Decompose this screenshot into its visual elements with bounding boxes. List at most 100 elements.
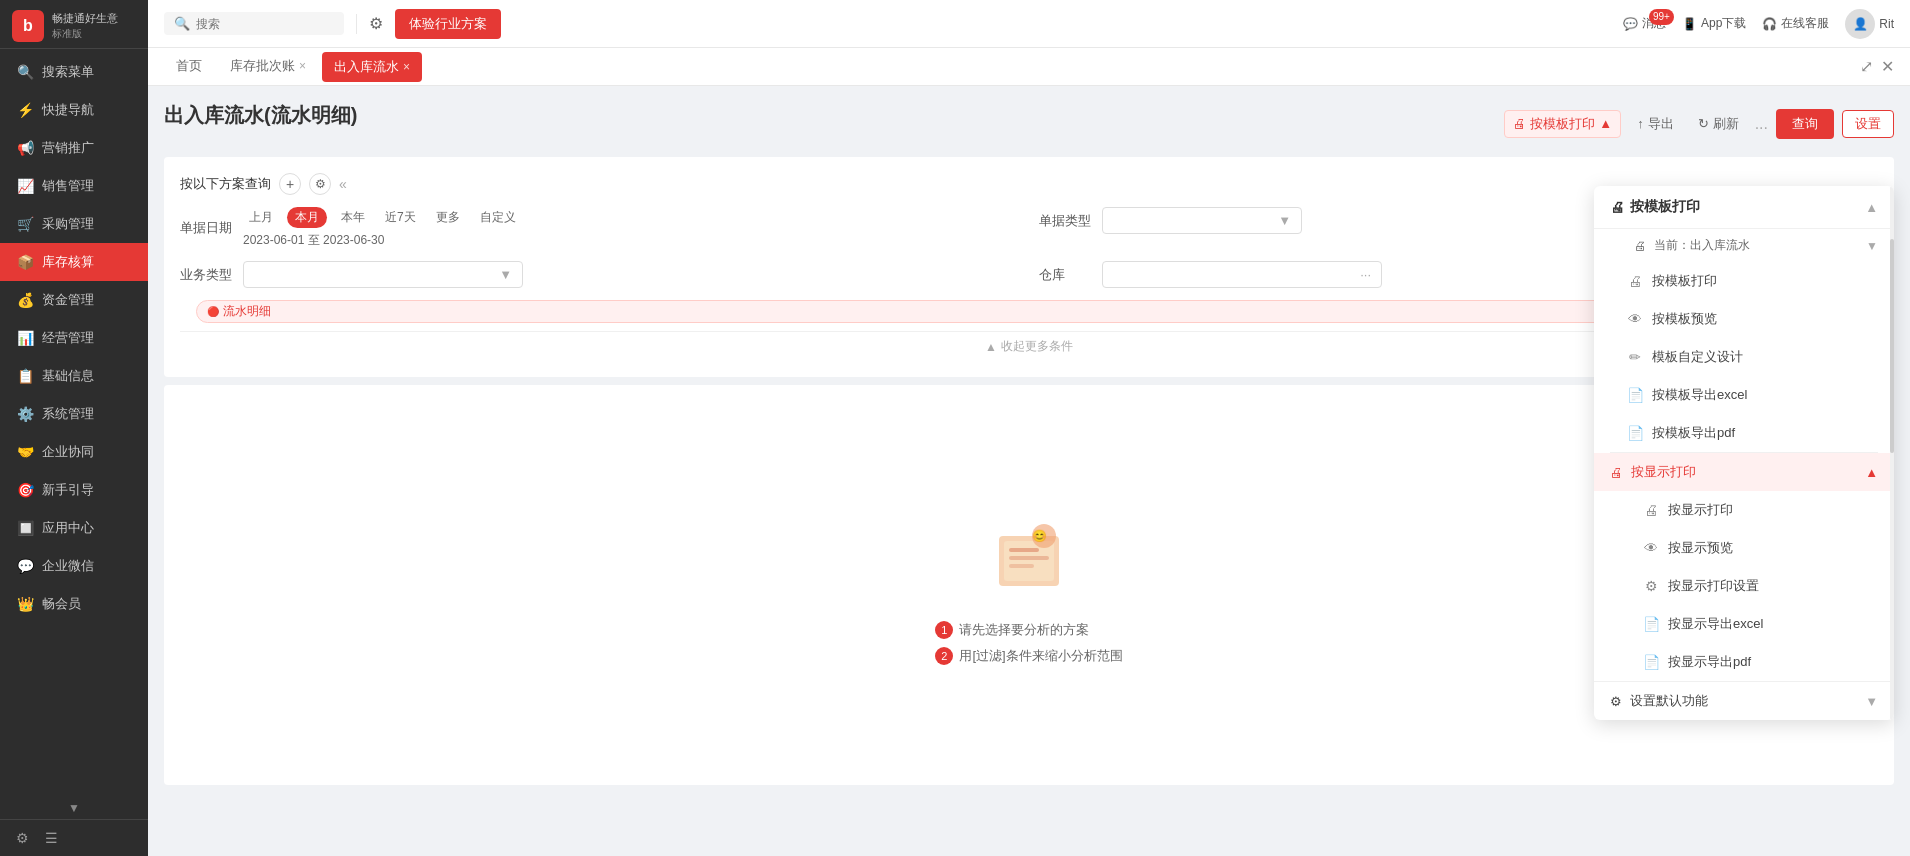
- crown-icon: 👑: [16, 596, 34, 612]
- tab-home[interactable]: 首页: [164, 51, 214, 83]
- sidebar-item-purchase[interactable]: 🛒 采购管理: [0, 205, 148, 243]
- svg-rect-2: [1009, 548, 1039, 552]
- sidebar-item-finance[interactable]: 💰 资金管理: [0, 281, 148, 319]
- filter-add-btn[interactable]: +: [279, 173, 301, 195]
- dropdown-item-display-excel[interactable]: 📄 按显示导出excel: [1594, 605, 1894, 643]
- sidebar-item-vip[interactable]: 👑 畅会员: [0, 585, 148, 623]
- sidebar-item-label: 基础信息: [42, 367, 94, 385]
- topbar-gear-icon[interactable]: ⚙: [369, 14, 383, 33]
- date-option-more[interactable]: 更多: [430, 207, 466, 228]
- dropdown-item-display-print[interactable]: 🖨 按显示打印: [1594, 491, 1894, 529]
- date-option-7days[interactable]: 近7天: [379, 207, 422, 228]
- megaphone-icon: 📢: [16, 140, 34, 156]
- sidebar-item-search[interactable]: 🔍 搜索菜单: [0, 53, 148, 91]
- settings-bottom-icon[interactable]: ⚙: [16, 830, 29, 846]
- sidebar-item-label: 库存核算: [42, 253, 94, 271]
- user-profile-btn[interactable]: 👤 Rit: [1845, 9, 1894, 39]
- date-option-thismonth[interactable]: 本月: [287, 207, 327, 228]
- date-label: 单据日期: [180, 219, 235, 237]
- tab-flow-close[interactable]: ×: [403, 60, 410, 74]
- doctype-arrow: ▼: [1278, 213, 1291, 228]
- businesstype-select[interactable]: ▼: [243, 261, 523, 288]
- dropdown-scrollbar-thumb: [1890, 239, 1894, 453]
- tab-flow[interactable]: 出入库流水 ×: [322, 52, 422, 82]
- sidebar-item-wechat[interactable]: 💬 企业微信: [0, 547, 148, 585]
- online-service-btn[interactable]: 🎧 在线客服: [1762, 15, 1829, 32]
- date-option-thisyear[interactable]: 本年: [335, 207, 371, 228]
- chevron-down-icon: ▼: [68, 801, 80, 815]
- date-option-custom[interactable]: 自定义: [474, 207, 522, 228]
- date-option-lastmonth[interactable]: 上月: [243, 207, 279, 228]
- refresh-btn[interactable]: ↻ 刷新: [1690, 111, 1747, 137]
- more-icon[interactable]: ...: [1755, 115, 1768, 133]
- tab-batch[interactable]: 库存批次账 ×: [218, 51, 318, 83]
- warehouse-select[interactable]: ···: [1102, 261, 1382, 288]
- svg-rect-3: [1009, 556, 1049, 560]
- topbar: 🔍 ⚙ 体验行业方案 💬 消息 99+ 📱 App下载 🎧 在线客服: [148, 0, 1910, 48]
- tab-batch-close[interactable]: ×: [299, 59, 306, 73]
- display-excel-icon: 📄: [1642, 616, 1660, 632]
- doctype-select[interactable]: ▼: [1102, 207, 1302, 234]
- display-preview-label: 按显示预览: [1668, 539, 1733, 557]
- app-download-btn[interactable]: 📱 App下载: [1682, 15, 1746, 32]
- current-icon: 🖨: [1634, 239, 1646, 253]
- sidebar-item-basic[interactable]: 📋 基础信息: [0, 357, 148, 395]
- dropdown-item-template-print[interactable]: 🖨 按模板打印: [1594, 262, 1894, 300]
- sidebar-item-label: 采购管理: [42, 215, 94, 233]
- sidebar-scroll-down[interactable]: ▼: [0, 797, 148, 819]
- display-section-icon-group: 🖨 按显示打印: [1610, 463, 1696, 481]
- dropdown-section-display[interactable]: 🖨 按显示打印 ▲: [1594, 453, 1894, 491]
- dropdown-close-arrow[interactable]: ▲: [1865, 200, 1878, 215]
- close-window-icon[interactable]: ✕: [1881, 57, 1894, 76]
- dropdown-current-item[interactable]: 🖨 当前：出入库流水 ▼: [1594, 229, 1894, 262]
- tabs-window-controls: ⤢ ✕: [1860, 57, 1894, 76]
- filter-collapse-arrow[interactable]: «: [339, 176, 347, 192]
- messages-btn[interactable]: 💬 消息 99+: [1623, 15, 1666, 32]
- sidebar: b 畅捷通好生意 标准版 🔍 搜索菜单 ⚡ 快捷导航 📢 营销推广 📈: [0, 0, 148, 856]
- dropdown-item-template-excel[interactable]: 📄 按模板导出excel: [1594, 376, 1894, 414]
- menu-toggle-icon[interactable]: ☰: [45, 830, 58, 846]
- display-settings-icon: ⚙: [1642, 578, 1660, 594]
- topbar-search-box[interactable]: 🔍: [164, 12, 344, 35]
- export-btn[interactable]: ↑ 导出: [1629, 111, 1682, 137]
- sidebar-item-marketing[interactable]: 📢 营销推广: [0, 129, 148, 167]
- sidebar-item-system[interactable]: ⚙️ 系统管理: [0, 395, 148, 433]
- sidebar-item-label: 资金管理: [42, 291, 94, 309]
- dropdown-item-display-settings[interactable]: ⚙ 按显示打印设置: [1594, 567, 1894, 605]
- dropdown-item-template-customize[interactable]: ✏ 模板自定义设计: [1594, 338, 1894, 376]
- dropdown-footer[interactable]: ⚙ 设置默认功能 ▼: [1594, 681, 1894, 720]
- topbar-right: 💬 消息 99+ 📱 App下载 🎧 在线客服 👤 Rit: [1623, 9, 1894, 39]
- refresh-label: 刷新: [1713, 115, 1739, 133]
- dropdown-item-template-pdf[interactable]: 📄 按模板导出pdf: [1594, 414, 1894, 452]
- sidebar-item-quicknav[interactable]: ⚡ 快捷导航: [0, 91, 148, 129]
- print-icon: 🖨: [1513, 116, 1526, 131]
- display-print-icon: 🖨: [1642, 502, 1660, 518]
- refresh-icon: ↻: [1698, 116, 1709, 131]
- date-options: 上月 本月 本年 近7天 更多 自定义: [243, 207, 522, 228]
- collapse-up-icon: ▲: [985, 340, 997, 354]
- sidebar-item-inventory[interactable]: 📦 库存核算: [0, 243, 148, 281]
- dropdown-item-display-pdf[interactable]: 📄 按显示导出pdf: [1594, 643, 1894, 681]
- industry-btn[interactable]: 体验行业方案: [395, 9, 501, 39]
- maximize-icon[interactable]: ⤢: [1860, 57, 1873, 76]
- sidebar-item-sales[interactable]: 📈 销售管理: [0, 167, 148, 205]
- print-template-btn[interactable]: 🖨 按模板打印 ▲: [1504, 110, 1621, 138]
- dropdown-item-template-preview[interactable]: 👁 按模板预览: [1594, 300, 1894, 338]
- query-btn[interactable]: 查询: [1776, 109, 1834, 139]
- sidebar-item-operation[interactable]: 📊 经营管理: [0, 319, 148, 357]
- clipboard-icon: 📋: [16, 368, 34, 384]
- sidebar-item-appstore[interactable]: 🔲 应用中心: [0, 509, 148, 547]
- sidebar-item-newbie[interactable]: 🎯 新手引导: [0, 471, 148, 509]
- filter-settings-btn[interactable]: ⚙: [309, 173, 331, 195]
- grid-icon: 🔲: [16, 520, 34, 536]
- print-dropdown-panel: 🖨 按模板打印 ▲ 🖨 当前：出入库流水 ▼ 🖨 按模板打印: [1594, 186, 1894, 720]
- search-input[interactable]: [196, 17, 316, 31]
- sidebar-item-corp[interactable]: 🤝 企业协同: [0, 433, 148, 471]
- dropdown-title: 🖨 按模板打印: [1610, 198, 1700, 216]
- dropdown-scrollbar[interactable]: [1890, 186, 1894, 720]
- display-excel-label: 按显示导出excel: [1668, 615, 1763, 633]
- settings-btn[interactable]: 设置: [1842, 110, 1894, 138]
- page-toolbar: 🖨 按模板打印 ▲ ↑ 导出 ↻ 刷新 ... 查询 设置: [1504, 109, 1894, 139]
- tab-batch-label: 库存批次账: [230, 57, 295, 75]
- dropdown-item-display-preview[interactable]: 👁 按显示预览: [1594, 529, 1894, 567]
